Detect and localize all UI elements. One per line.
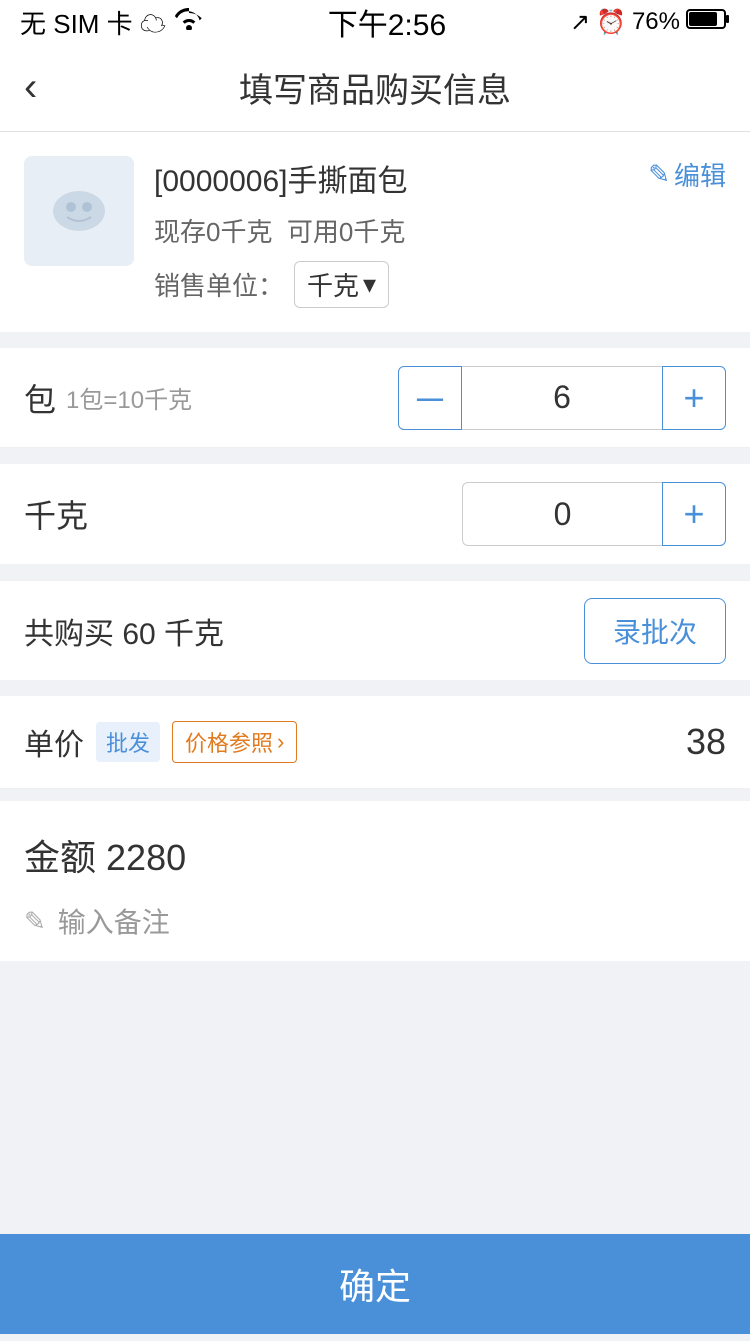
bao-section: 包 1包=10千克 － + <box>0 348 750 448</box>
unit-select[interactable]: 千克 ▾ <box>294 261 389 308</box>
amount-section: 金额 2280 ✎ 输入备注 <box>0 789 750 961</box>
status-time: 下午2:56 <box>328 0 446 44</box>
product-unit: 销售单位： 千克 ▾ <box>154 261 726 308</box>
amount-value: 2280 <box>106 837 186 878</box>
price-value: 38 <box>686 721 726 763</box>
amount-row: 金额 2280 <box>24 829 726 881</box>
bao-minus-button[interactable]: － <box>398 366 462 430</box>
bao-controls: － + <box>398 366 726 430</box>
kg-input[interactable] <box>462 482 662 546</box>
bao-plus-button[interactable]: + <box>662 366 726 430</box>
confirm-button[interactable]: 确定 <box>0 1234 750 1334</box>
status-left: 无 SIM 卡 ☁ <box>20 4 204 41</box>
kg-controls: + <box>462 482 726 546</box>
back-button[interactable]: ‹ <box>24 65 37 110</box>
pencil-icon: ✎ <box>24 906 46 937</box>
price-row: 单价 批发 价格参照 › 38 <box>24 720 726 764</box>
wifi-icon <box>174 8 204 36</box>
price-ref-button[interactable]: 价格参照 › <box>172 721 297 763</box>
bao-hint: 1包=10千克 <box>66 380 192 415</box>
product-section: [0000006]手撕面包 ✎ 编辑 现存0千克 可用0千克 销售单位： 千克 … <box>0 132 750 332</box>
total-text: 共购买 60 千克 <box>24 609 224 653</box>
kg-input-row: 千克 + <box>0 464 750 564</box>
sim-label: 无 SIM 卡 ☁ <box>20 4 166 41</box>
total-section: 共购买 60 千克 录批次 <box>0 580 750 680</box>
tag-pifa: 批发 <box>96 722 160 762</box>
nav-bar: ‹ 填写商品购买信息 <box>0 44 750 132</box>
edit-button[interactable]: ✎ 编辑 <box>648 156 726 193</box>
bao-input-row: 包 1包=10千克 － + <box>0 348 750 448</box>
total-row: 共购买 60 千克 录批次 <box>0 580 750 680</box>
status-bar: 无 SIM 卡 ☁ 下午2:56 ↗ ⏰ 76% <box>0 0 750 44</box>
battery-label: 76% <box>632 8 680 36</box>
edit-icon: ✎ <box>648 159 670 190</box>
product-stock: 现存0千克 可用0千克 <box>154 212 726 249</box>
kg-label: 千克 <box>24 491 88 537</box>
product-image <box>24 156 134 266</box>
battery-icon <box>686 8 730 37</box>
product-name: [0000006]手撕面包 <box>154 156 407 200</box>
remark-label: 输入备注 <box>58 901 170 941</box>
kg-plus-button[interactable]: + <box>662 482 726 546</box>
price-label: 单价 批发 价格参照 › <box>24 720 297 764</box>
status-right: ↗ ⏰ 76% <box>570 8 730 37</box>
product-info: [0000006]手撕面包 ✎ 编辑 现存0千克 可用0千克 销售单位： 千克 … <box>154 156 726 308</box>
page-title: 填写商品购买信息 <box>239 63 511 112</box>
remark-row[interactable]: ✎ 输入备注 <box>24 901 726 941</box>
batch-button[interactable]: 录批次 <box>584 598 726 664</box>
bao-label: 包 1包=10千克 <box>24 375 192 421</box>
kg-section: 千克 + <box>0 464 750 564</box>
price-section: 单价 批发 价格参照 › 38 <box>0 696 750 789</box>
alarm-icon: ⏰ <box>596 8 626 37</box>
bao-input[interactable] <box>462 366 662 430</box>
location-icon: ↗ <box>570 8 590 37</box>
